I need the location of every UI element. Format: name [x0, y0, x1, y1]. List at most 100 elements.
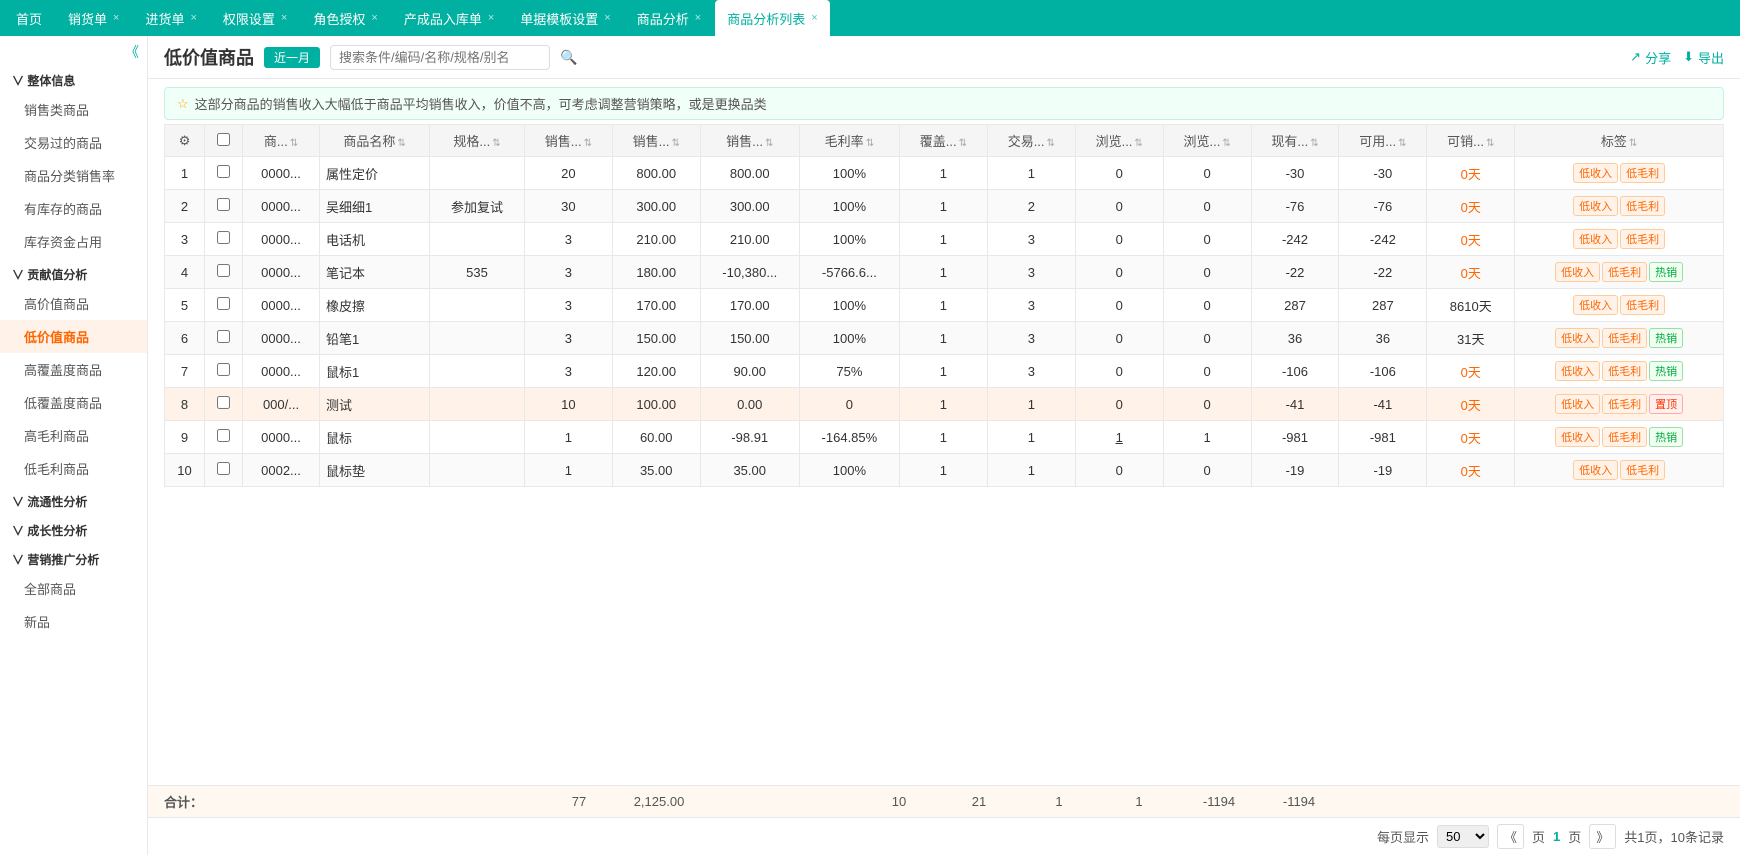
- sidebar-collapse-btn[interactable]: 《: [121, 42, 143, 62]
- sidebar-item-sales-products[interactable]: 销售类商品: [0, 93, 147, 126]
- col-browse2[interactable]: 浏览...⇅: [1163, 125, 1251, 157]
- first-page-btn[interactable]: 《: [1497, 824, 1524, 849]
- row-name[interactable]: 鼠标垫: [320, 454, 430, 487]
- sidebar-item-category-rate[interactable]: 商品分类销售率: [0, 159, 147, 192]
- row-checkbox[interactable]: [217, 330, 230, 343]
- col-settings[interactable]: ⚙: [165, 125, 205, 157]
- row-name[interactable]: 吴细细1: [320, 190, 430, 223]
- col-current[interactable]: 现有...⇅: [1251, 125, 1339, 157]
- sidebar-group-marketing[interactable]: ∨ 营销推广分析: [0, 543, 147, 572]
- col-saleable[interactable]: 可销...⇅: [1427, 125, 1515, 157]
- nav-warehouse[interactable]: 产成品入库单 ×: [392, 0, 506, 36]
- row-checkbox[interactable]: [217, 264, 230, 277]
- next-page-btn[interactable]: 》: [1589, 824, 1616, 849]
- col-sales2[interactable]: 销售...⇅: [612, 125, 700, 157]
- row-check[interactable]: [205, 289, 243, 322]
- sidebar-item-high-coverage[interactable]: 高覆盖度商品: [0, 353, 147, 386]
- row-check[interactable]: [205, 322, 243, 355]
- sidebar-group-overall[interactable]: ∨ 整体信息: [0, 64, 147, 93]
- row-check[interactable]: [205, 223, 243, 256]
- row-checkbox[interactable]: [217, 165, 230, 178]
- row-name[interactable]: 鼠标1: [320, 355, 430, 388]
- row-check[interactable]: [205, 454, 243, 487]
- row-check[interactable]: [205, 421, 243, 454]
- tag-label: 低收入: [1573, 460, 1618, 480]
- row-check[interactable]: [205, 355, 243, 388]
- close-icon[interactable]: ×: [604, 12, 610, 24]
- close-icon[interactable]: ×: [695, 12, 701, 24]
- sidebar-item-high-value[interactable]: 高价值商品: [0, 287, 147, 320]
- sidebar-item-stock-funds[interactable]: 库存资金占用: [0, 225, 147, 258]
- nav-purchase[interactable]: 进货单 ×: [133, 0, 208, 36]
- col-check[interactable]: [205, 125, 243, 157]
- sidebar-item-in-stock[interactable]: 有库存的商品: [0, 192, 147, 225]
- col-trade[interactable]: 交易...⇅: [987, 125, 1075, 157]
- row-checkbox[interactable]: [217, 231, 230, 244]
- nav-analysis[interactable]: 商品分析 ×: [625, 0, 713, 36]
- row-checkbox[interactable]: [217, 429, 230, 442]
- nav-permissions[interactable]: 权限设置 ×: [211, 0, 299, 36]
- col-coverage[interactable]: 覆盖...⇅: [899, 125, 987, 157]
- time-tag-btn[interactable]: 近一月: [264, 47, 320, 68]
- row-check[interactable]: [205, 256, 243, 289]
- page-size-select[interactable]: 50 100 200: [1437, 825, 1489, 848]
- sidebar-item-new-products[interactable]: 新品: [0, 605, 147, 638]
- export-btn[interactable]: ⬇ 导出: [1683, 48, 1724, 67]
- search-input[interactable]: [330, 45, 550, 70]
- sidebar-item-low-coverage[interactable]: 低覆盖度商品: [0, 386, 147, 419]
- close-icon[interactable]: ×: [113, 12, 119, 24]
- close-icon[interactable]: ×: [371, 12, 377, 24]
- close-icon[interactable]: ×: [488, 12, 494, 24]
- nav-template[interactable]: 单据模板设置 ×: [508, 0, 622, 36]
- sidebar-group-circulation[interactable]: ∨ 流通性分析: [0, 485, 147, 514]
- close-icon[interactable]: ×: [281, 12, 287, 24]
- row-checkbox[interactable]: [217, 363, 230, 376]
- browse-val[interactable]: 1: [1116, 430, 1123, 445]
- row-name[interactable]: 鼠标: [320, 421, 430, 454]
- search-icon[interactable]: 🔍: [560, 49, 577, 66]
- row-name[interactable]: 橡皮擦: [320, 289, 430, 322]
- row-checkbox[interactable]: [217, 198, 230, 211]
- tag-label: 低收入: [1573, 163, 1618, 183]
- close-icon[interactable]: ×: [811, 12, 817, 24]
- row-checkbox[interactable]: [217, 297, 230, 310]
- col-sales1[interactable]: 销售...⇅: [524, 125, 612, 157]
- row-browse1[interactable]: 1: [1075, 421, 1163, 454]
- total-col6: 21: [939, 794, 1019, 809]
- row-checkbox[interactable]: [217, 462, 230, 475]
- col-code[interactable]: 商...⇅: [243, 125, 320, 157]
- sidebar-item-low-value[interactable]: 低价值商品: [0, 320, 147, 353]
- row-name[interactable]: 铅笔1: [320, 322, 430, 355]
- table-wrap[interactable]: ⚙ 商...⇅ 商品名称⇅ 规格...⇅ 销售...⇅ 销售...⇅ 销售...…: [148, 124, 1740, 785]
- close-icon[interactable]: ×: [190, 12, 196, 24]
- row-check[interactable]: [205, 190, 243, 223]
- row-name[interactable]: 电话机: [320, 223, 430, 256]
- nav-analysis-list[interactable]: 商品分析列表 ×: [715, 0, 829, 36]
- col-spec[interactable]: 规格...⇅: [430, 125, 525, 157]
- row-name[interactable]: 属性定价: [320, 157, 430, 190]
- nav-home[interactable]: 首页: [4, 0, 54, 36]
- row-check[interactable]: [205, 388, 243, 421]
- sidebar-item-low-margin[interactable]: 低毛利商品: [0, 452, 147, 485]
- col-sales3[interactable]: 销售...⇅: [700, 125, 799, 157]
- col-available[interactable]: 可用...⇅: [1339, 125, 1427, 157]
- row-name[interactable]: 笔记本: [320, 256, 430, 289]
- row-check[interactable]: [205, 157, 243, 190]
- sidebar-item-high-margin[interactable]: 高毛利商品: [0, 419, 147, 452]
- sidebar-group-contribution[interactable]: ∨ 贡献值分析: [0, 258, 147, 287]
- sidebar-group-growth[interactable]: ∨ 成长性分析: [0, 514, 147, 543]
- col-tags[interactable]: 标签⇅: [1515, 125, 1724, 157]
- tag-label: 低收入: [1573, 229, 1618, 249]
- nav-roles[interactable]: 角色授权 ×: [301, 0, 389, 36]
- nav-sales[interactable]: 销货单 ×: [56, 0, 131, 36]
- col-browse1[interactable]: 浏览...⇅: [1075, 125, 1163, 157]
- select-all-checkbox[interactable]: [217, 133, 230, 146]
- sidebar-item-all-products[interactable]: 全部商品: [0, 572, 147, 605]
- row-name[interactable]: 测试: [320, 388, 430, 421]
- share-btn[interactable]: ↗ 分享: [1630, 48, 1671, 67]
- row-checkbox[interactable]: [217, 396, 230, 409]
- sidebar-item-traded[interactable]: 交易过的商品: [0, 126, 147, 159]
- row-tags: 低收入低毛利: [1515, 190, 1724, 223]
- col-margin[interactable]: 毛利率⇅: [799, 125, 899, 157]
- col-name[interactable]: 商品名称⇅: [320, 125, 430, 157]
